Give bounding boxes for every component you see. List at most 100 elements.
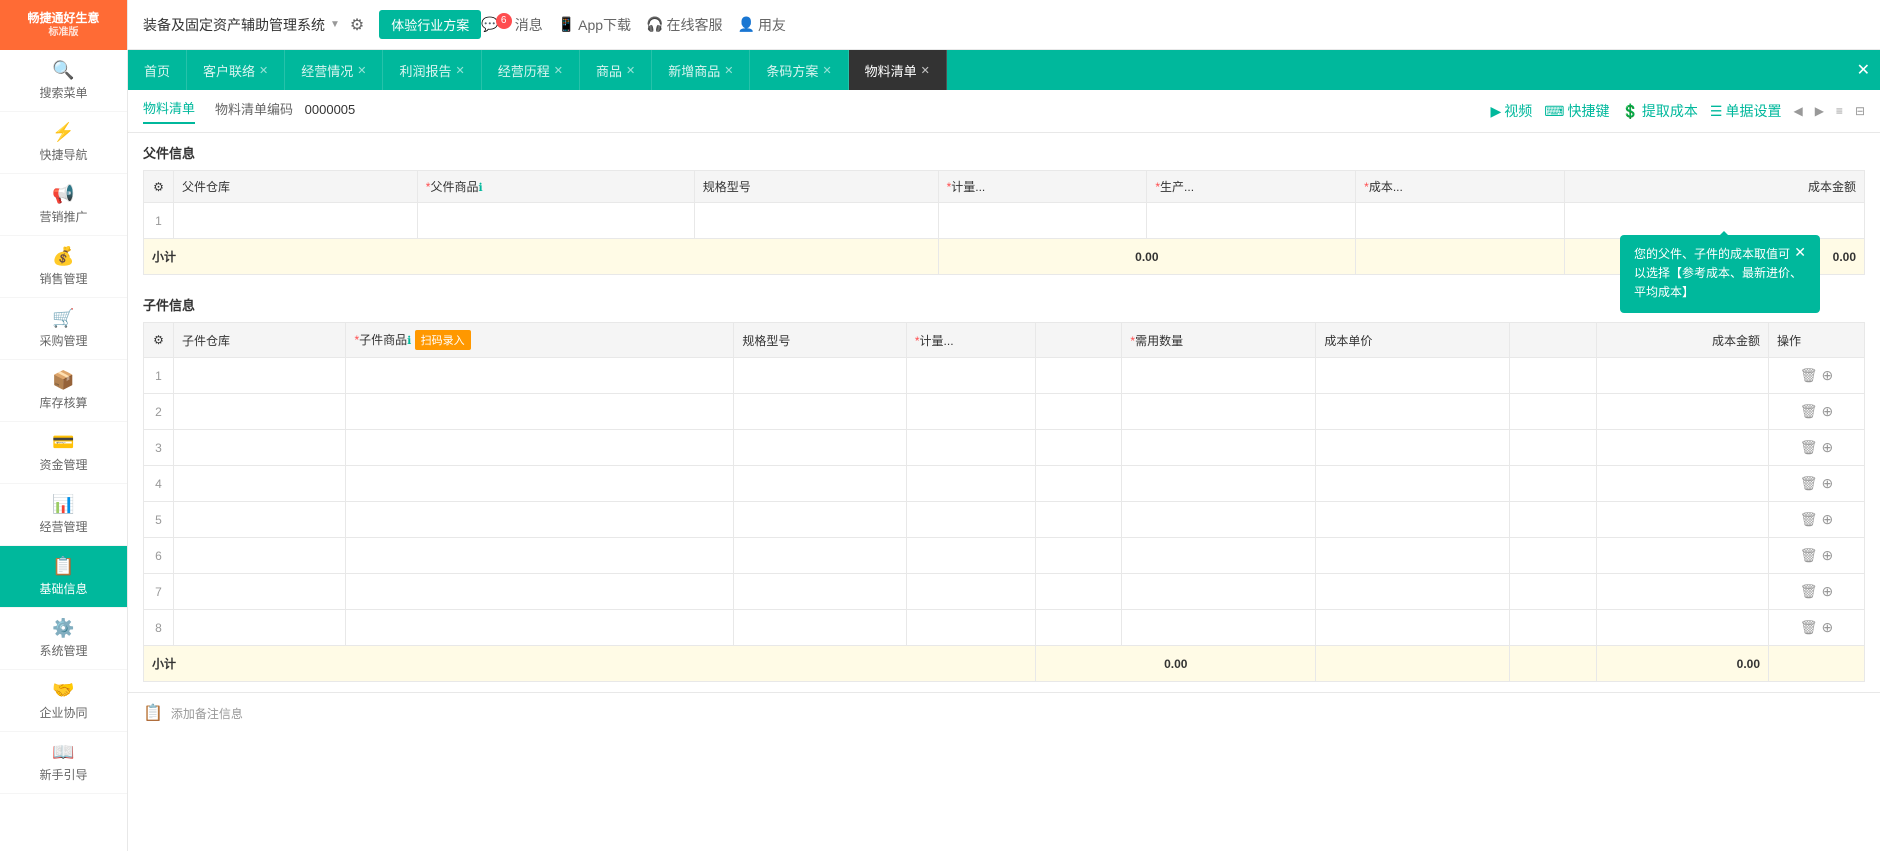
child-unit-cost-6[interactable] (1316, 538, 1510, 574)
child-goods-5[interactable] (346, 502, 734, 538)
child-spec-7[interactable] (734, 574, 906, 610)
child-goods-2[interactable] (346, 394, 734, 430)
delete-icon-4[interactable]: 🗑 (1800, 475, 1818, 492)
tab-customer[interactable]: 客户联络 ✕ (187, 50, 285, 90)
delete-icon-2[interactable]: 🗑 (1800, 403, 1818, 420)
system-dropdown-arrow[interactable]: ▼ (330, 19, 340, 30)
copy-icon-7[interactable]: ⊕ (1822, 583, 1834, 600)
child-goods-3[interactable] (346, 430, 734, 466)
child-unit-cost-1[interactable] (1316, 358, 1510, 394)
view-icon[interactable]: ▶ 视频 (1490, 101, 1532, 121)
child-spec-3[interactable] (734, 430, 906, 466)
copy-icon-4[interactable]: ⊕ (1822, 475, 1834, 492)
delete-icon-1[interactable]: 🗑 (1800, 367, 1818, 384)
sidebar-item-operations[interactable]: 📊 经营管理 (0, 484, 127, 546)
tab-customer-close[interactable]: ✕ (259, 64, 268, 77)
tab-home[interactable]: 首页 (128, 50, 187, 90)
tab-operations[interactable]: 经营情况 ✕ (285, 50, 383, 90)
copy-icon-6[interactable]: ⊕ (1822, 547, 1834, 564)
nav-collapse[interactable]: ⊟ (1855, 104, 1865, 118)
child-goods-1[interactable] (346, 358, 734, 394)
sidebar-item-marketing[interactable]: 📢 营销推广 (0, 174, 127, 236)
sidebar-item-quick-nav[interactable]: ⚡ 快捷导航 (0, 112, 127, 174)
tab-history[interactable]: 经营历程 ✕ (482, 50, 580, 90)
parent-goods-cell[interactable] (417, 203, 694, 239)
child-unit-cost-2[interactable] (1316, 394, 1510, 430)
child-spec-4[interactable] (734, 466, 906, 502)
child-unit-7[interactable] (906, 574, 1035, 610)
parent-spec-cell[interactable] (694, 203, 938, 239)
tab-barcode-close[interactable]: ✕ (822, 64, 831, 77)
child-unit-3[interactable] (906, 430, 1035, 466)
close-all-tabs[interactable]: ✕ (1847, 60, 1880, 80)
tab-barcode[interactable]: 条码方案 ✕ (750, 50, 848, 90)
tab-bom-close[interactable]: ✕ (921, 64, 930, 77)
trial-button[interactable]: 体验行业方案 (379, 10, 481, 39)
child-warehouse-8[interactable] (174, 610, 346, 646)
child-goods-8[interactable] (346, 610, 734, 646)
setting-icon[interactable]: ☰ 单据设置 (1710, 101, 1782, 121)
delete-icon-6[interactable]: 🗑 (1800, 547, 1818, 564)
tab-profit[interactable]: 利润报告 ✕ (383, 50, 481, 90)
user-wrap[interactable]: 👤 用友 (738, 15, 786, 35)
settings-icon[interactable]: ⚙ (350, 15, 364, 35)
parent-cost-cell[interactable] (1356, 203, 1565, 239)
child-unit-4[interactable] (906, 466, 1035, 502)
child-goods-4[interactable] (346, 466, 734, 502)
child-qty-2[interactable] (1122, 394, 1316, 430)
sidebar-item-basic-info[interactable]: 📋 基础信息 (0, 546, 127, 608)
sidebar-item-sales[interactable]: 💰 销售管理 (0, 236, 127, 298)
child-spec-5[interactable] (734, 502, 906, 538)
delete-icon-5[interactable]: 🗑 (1800, 511, 1818, 528)
child-amount-8[interactable] (1596, 610, 1768, 646)
child-unit-cost-8[interactable] (1316, 610, 1510, 646)
message-icon-wrap[interactable]: 💬 6 消息 (481, 15, 542, 35)
nav-prev[interactable]: ◀ (1793, 104, 1802, 118)
cost-icon[interactable]: 💲 提取成本 (1621, 101, 1697, 121)
child-unit-cost-4[interactable] (1316, 466, 1510, 502)
child-spec-2[interactable] (734, 394, 906, 430)
child-warehouse-6[interactable] (174, 538, 346, 574)
child-amount-4[interactable] (1596, 466, 1768, 502)
child-qty-8[interactable] (1122, 610, 1316, 646)
app-download-wrap[interactable]: 📱 App下载 (558, 15, 631, 35)
child-unit-6[interactable] (906, 538, 1035, 574)
tooltip-close[interactable]: ✕ (1794, 245, 1806, 259)
child-warehouse-5[interactable] (174, 502, 346, 538)
child-qty-6[interactable] (1122, 538, 1316, 574)
online-support-wrap[interactable]: 🎧 在线客服 (646, 15, 722, 35)
copy-icon-1[interactable]: ⊕ (1822, 367, 1834, 384)
bottom-text[interactable]: 添加备注信息 (171, 705, 243, 722)
delete-icon-8[interactable]: 🗑 (1800, 619, 1818, 636)
sidebar-item-finance[interactable]: 💳 资金管理 (0, 422, 127, 484)
child-unit-cost-3[interactable] (1316, 430, 1510, 466)
copy-icon-5[interactable]: ⊕ (1822, 511, 1834, 528)
sidebar-item-guide[interactable]: 📖 新手引导 (0, 732, 127, 794)
scan-button[interactable]: 扫码录入 (415, 330, 471, 350)
child-amount-6[interactable] (1596, 538, 1768, 574)
child-unit-5[interactable] (906, 502, 1035, 538)
child-amount-1[interactable] (1596, 358, 1768, 394)
parent-produce-cell[interactable] (1147, 203, 1356, 239)
parent-unit-cell[interactable] (938, 203, 1147, 239)
tab-bom[interactable]: 物料清单 ✕ (849, 50, 947, 90)
child-warehouse-2[interactable] (174, 394, 346, 430)
child-qty-4[interactable] (1122, 466, 1316, 502)
child-unit-2[interactable] (906, 394, 1035, 430)
tab-profit-close[interactable]: ✕ (456, 64, 465, 77)
nav-next[interactable]: ▶ (1815, 104, 1824, 118)
child-qty-5[interactable] (1122, 502, 1316, 538)
sub-tab-bom[interactable]: 物料清单 (143, 98, 195, 124)
delete-icon-7[interactable]: 🗑 (1800, 583, 1818, 600)
sidebar-item-enterprise[interactable]: 🤝 企业协同 (0, 670, 127, 732)
parent-cost-amount-cell[interactable] (1564, 203, 1864, 239)
child-unit-cost-5[interactable] (1316, 502, 1510, 538)
sidebar-item-inventory[interactable]: 📦 库存核算 (0, 360, 127, 422)
child-amount-5[interactable] (1596, 502, 1768, 538)
copy-icon-2[interactable]: ⊕ (1822, 403, 1834, 420)
parent-warehouse-cell[interactable] (174, 203, 418, 239)
child-qty-3[interactable] (1122, 430, 1316, 466)
child-warehouse-7[interactable] (174, 574, 346, 610)
tab-goods[interactable]: 商品 ✕ (580, 50, 652, 90)
sidebar-item-system[interactable]: ⚙️ 系统管理 (0, 608, 127, 670)
